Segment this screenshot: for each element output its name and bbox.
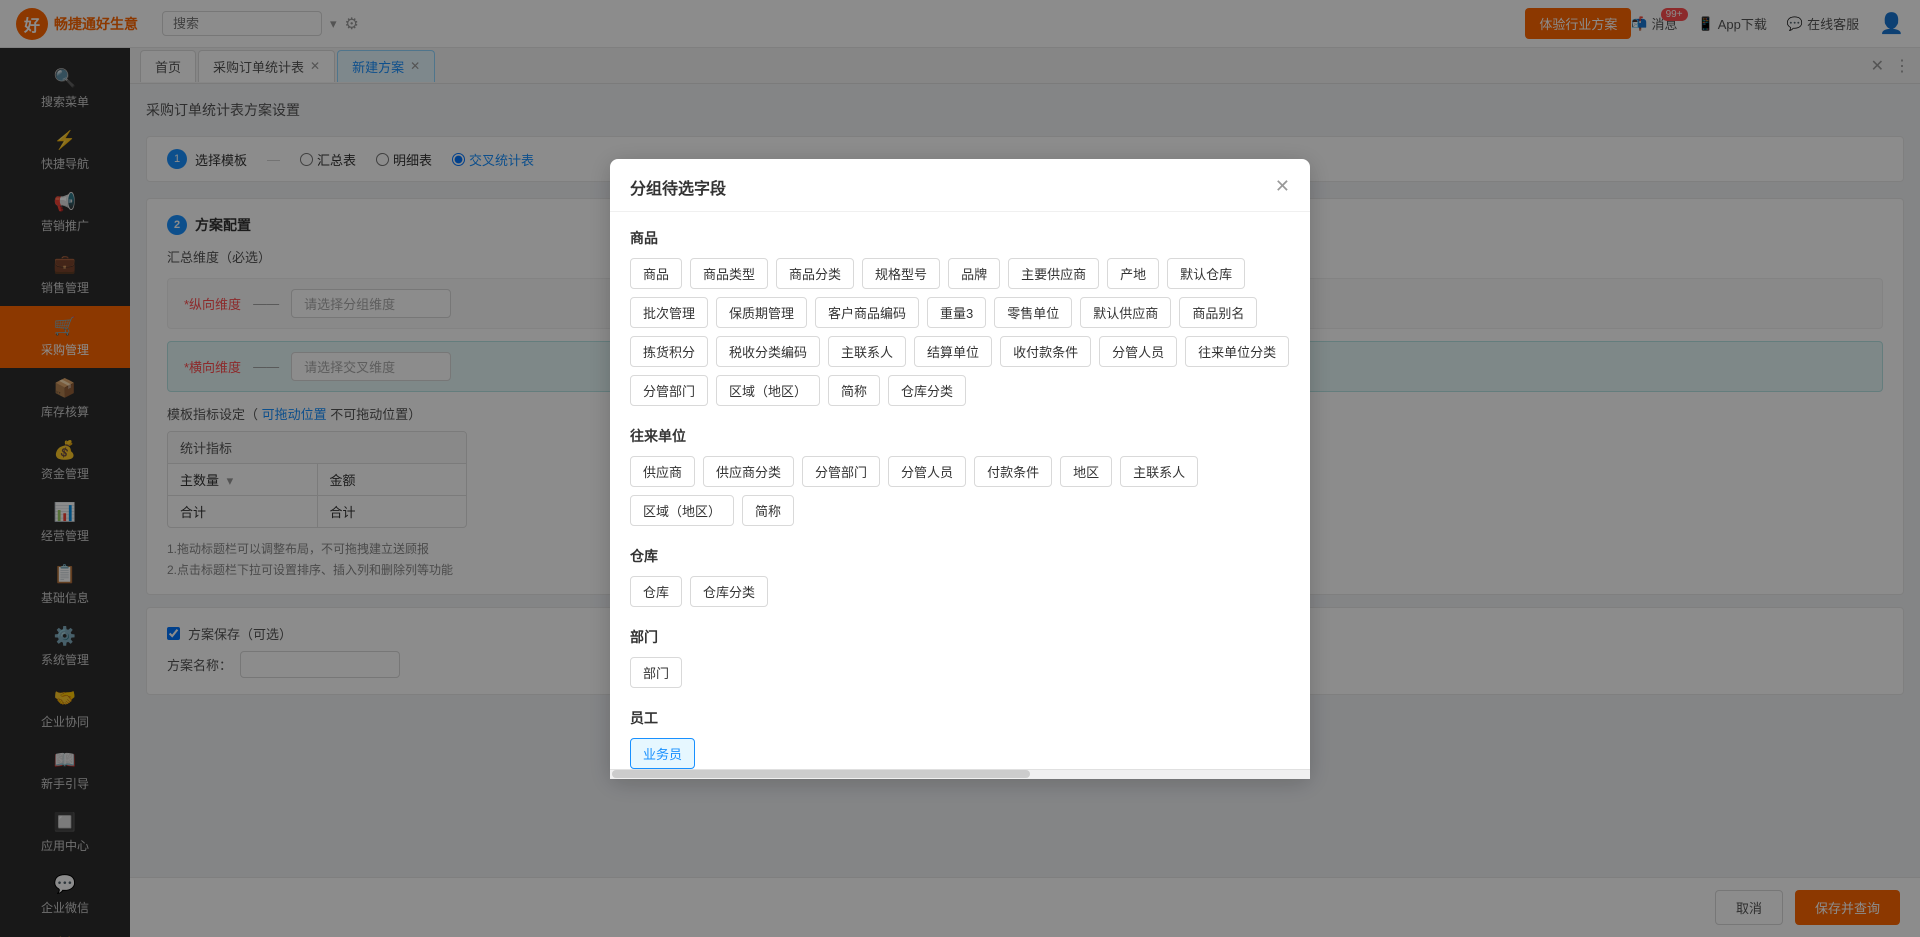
field-tag-region[interactable]: 地区 <box>1060 456 1112 487</box>
field-tag-pick-points[interactable]: 拣货积分 <box>630 336 708 367</box>
modal-close-button[interactable]: ✕ <box>1275 176 1290 197</box>
field-tags-warehouse: 仓库仓库分类 <box>630 576 1290 607</box>
field-tag-default-supplier[interactable]: 默认供应商 <box>1080 297 1171 328</box>
field-tag-main-contact[interactable]: 主联系人 <box>828 336 906 367</box>
field-tag-contact-main[interactable]: 主联系人 <box>1120 456 1198 487</box>
field-tag-batch-management[interactable]: 批次管理 <box>630 297 708 328</box>
field-tag-area-region2[interactable]: 区域（地区） <box>630 495 734 526</box>
field-tag-payment-cond[interactable]: 付款条件 <box>974 456 1052 487</box>
field-tag-settlement-unit[interactable]: 结算单位 <box>914 336 992 367</box>
field-tag-dept-field[interactable]: 部门 <box>630 657 682 688</box>
field-group-staff: 员工业务员 <box>630 708 1290 769</box>
field-tag-goods-alias[interactable]: 商品别名 <box>1179 297 1257 328</box>
field-tag-default-warehouse[interactable]: 默认仓库 <box>1167 258 1245 289</box>
field-tag-short-name2[interactable]: 简称 <box>742 495 794 526</box>
field-tag-main-supplier[interactable]: 主要供应商 <box>1008 258 1099 289</box>
field-tag-supplier[interactable]: 供应商 <box>630 456 695 487</box>
modal-body: 商品商品商品类型商品分类规格型号品牌主要供应商产地默认仓库批次管理保质期管理客户… <box>610 212 1310 769</box>
field-tag-spec-type[interactable]: 规格型号 <box>862 258 940 289</box>
field-tag-managing-dept[interactable]: 分管部门 <box>630 375 708 406</box>
field-tag-goods[interactable]: 商品 <box>630 258 682 289</box>
field-tag-from-unit-category[interactable]: 往来单位分类 <box>1185 336 1289 367</box>
field-tags-partner: 供应商供应商分类分管部门分管人员付款条件地区主联系人区域（地区） 简称 <box>630 456 1290 526</box>
field-group-partner: 往来单位供应商供应商分类分管部门分管人员付款条件地区主联系人区域（地区） 简称 <box>630 426 1290 526</box>
field-tag-tax-code[interactable]: 税收分类编码 <box>716 336 820 367</box>
modal: 分组待选字段 ✕ 商品商品商品类型商品分类规格型号品牌主要供应商产地默认仓库批次… <box>610 159 1310 779</box>
field-tag-warehouse[interactable]: 仓库 <box>630 576 682 607</box>
field-group-title-department: 部门 <box>630 627 1290 647</box>
field-tag-brand[interactable]: 品牌 <box>948 258 1000 289</box>
field-group-title-warehouse: 仓库 <box>630 546 1290 566</box>
field-group-goods: 商品商品商品类型商品分类规格型号品牌主要供应商产地默认仓库批次管理保质期管理客户… <box>630 228 1290 406</box>
field-tags-department: 部门 <box>630 657 1290 688</box>
field-tag-salesperson[interactable]: 业务员 <box>630 738 695 769</box>
modal-hscrollbar[interactable] <box>610 769 1310 779</box>
field-tag-warehouse-cat[interactable]: 仓库分类 <box>690 576 768 607</box>
field-group-title-goods: 商品 <box>630 228 1290 248</box>
field-tag-warehouse-category[interactable]: 仓库分类 <box>888 375 966 406</box>
modal-hscroll-thumb[interactable] <box>612 770 1030 778</box>
field-tag-manager[interactable]: 分管人员 <box>1099 336 1177 367</box>
field-tag-customer-code[interactable]: 客户商品编码 <box>815 297 919 328</box>
field-tag-area-region[interactable]: 区域（地区） <box>716 375 820 406</box>
field-tag-short-name[interactable]: 简称 <box>828 375 880 406</box>
field-tags-staff: 业务员 <box>630 738 1290 769</box>
field-tag-dept[interactable]: 分管部门 <box>802 456 880 487</box>
field-group-title-staff: 员工 <box>630 708 1290 728</box>
field-tag-weight3[interactable]: 重量3 <box>927 297 986 328</box>
field-tag-retail-unit[interactable]: 零售单位 <box>994 297 1072 328</box>
field-tags-goods: 商品商品类型商品分类规格型号品牌主要供应商产地默认仓库批次管理保质期管理客户商品… <box>630 258 1290 406</box>
modal-title: 分组待选字段 <box>630 175 726 199</box>
modal-header: 分组待选字段 ✕ <box>610 159 1310 212</box>
field-tag-payment-terms[interactable]: 收付款条件 <box>1000 336 1091 367</box>
field-tag-goods-type[interactable]: 商品类型 <box>690 258 768 289</box>
field-tag-origin[interactable]: 产地 <box>1107 258 1159 289</box>
field-tag-supplier-category[interactable]: 供应商分类 <box>703 456 794 487</box>
field-group-title-partner: 往来单位 <box>630 426 1290 446</box>
field-group-warehouse: 仓库仓库仓库分类 <box>630 546 1290 607</box>
modal-overlay[interactable]: 分组待选字段 ✕ 商品商品商品类型商品分类规格型号品牌主要供应商产地默认仓库批次… <box>0 0 1920 937</box>
field-tag-expiry-management[interactable]: 保质期管理 <box>716 297 807 328</box>
field-group-department: 部门部门 <box>630 627 1290 688</box>
field-tag-dept-person[interactable]: 分管人员 <box>888 456 966 487</box>
field-tag-goods-category[interactable]: 商品分类 <box>776 258 854 289</box>
